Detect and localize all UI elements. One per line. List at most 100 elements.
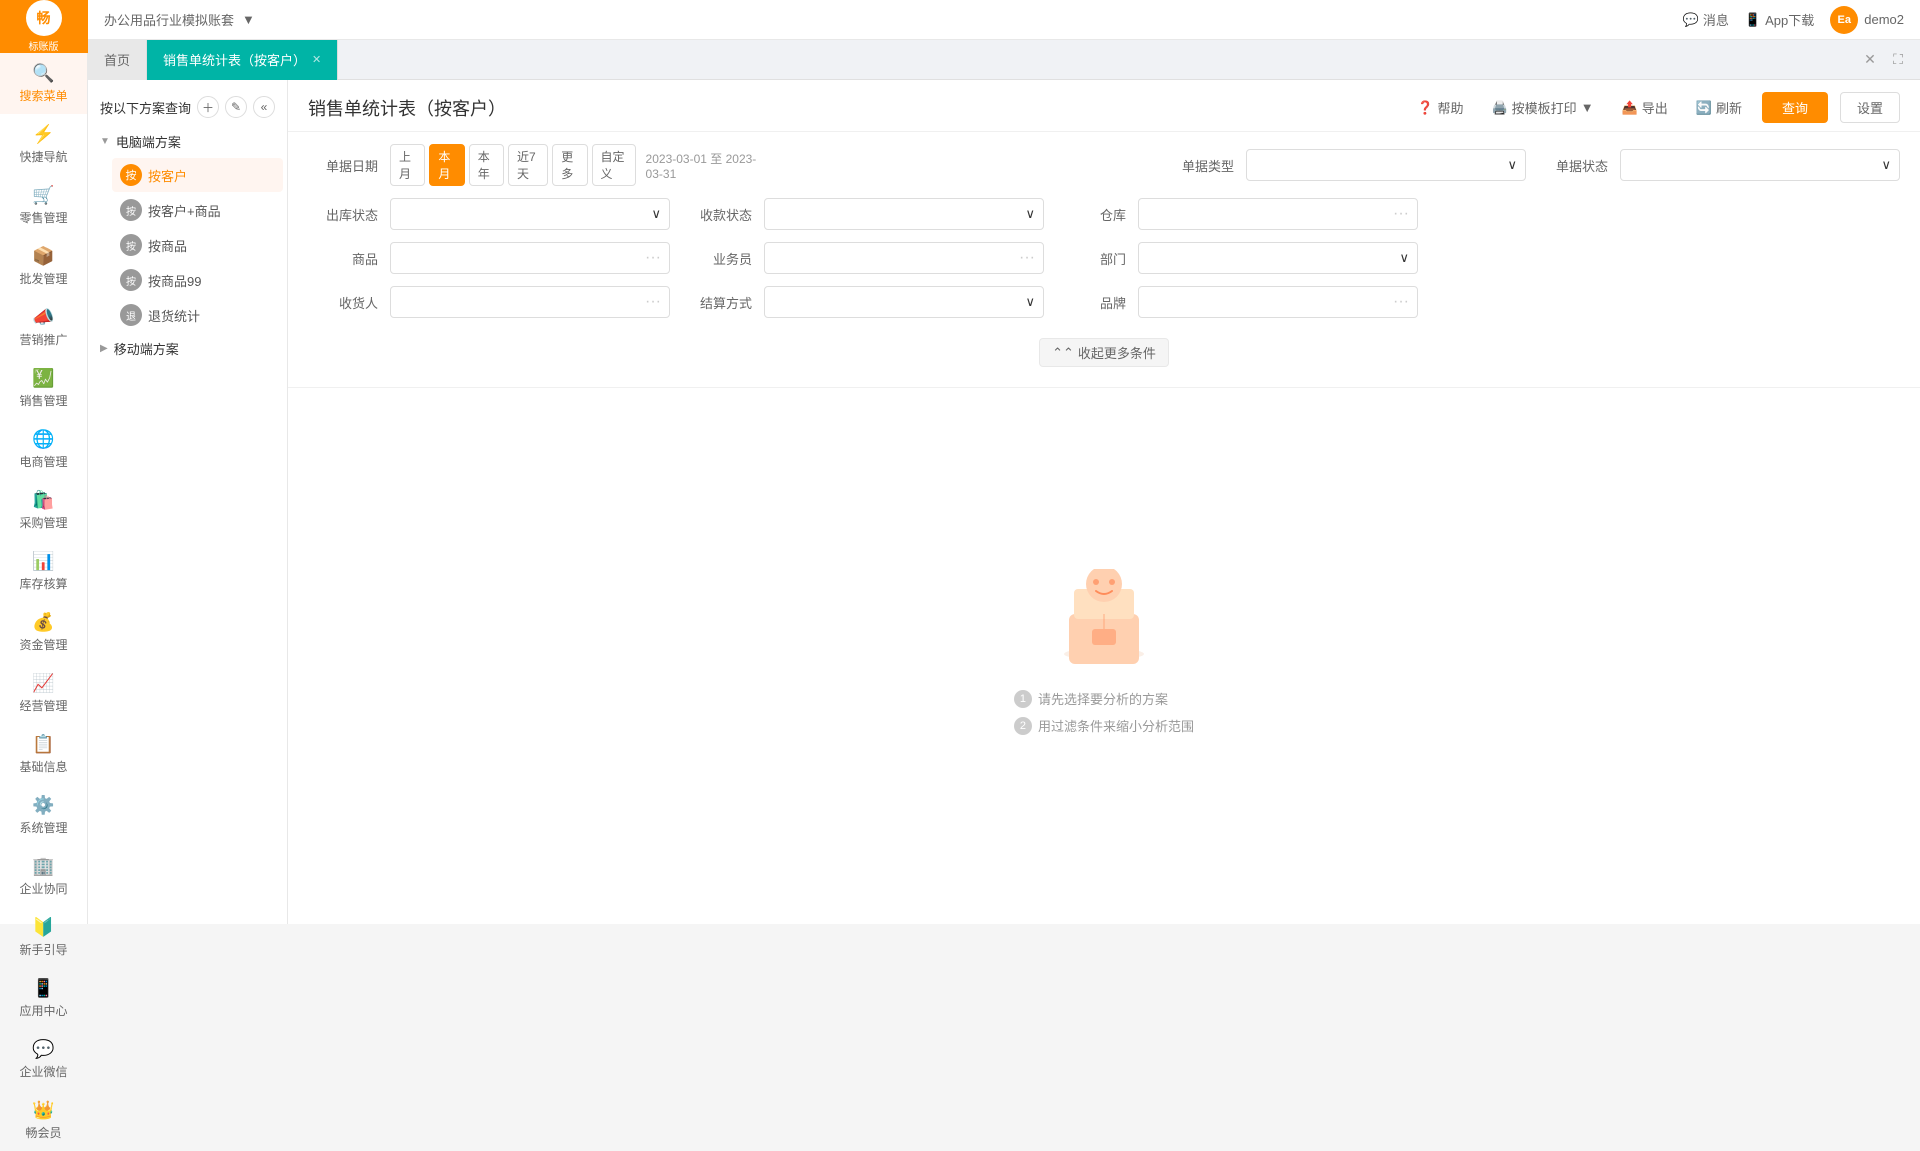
date-btn-this-year[interactable]: 本年 bbox=[469, 144, 504, 186]
brand-input[interactable]: ··· bbox=[1138, 286, 1418, 318]
receiver-input[interactable]: ··· bbox=[390, 286, 670, 318]
sidebar-system-label: 系统管理 bbox=[19, 819, 67, 836]
collect-status-label: 收款状态 bbox=[682, 205, 752, 224]
date-btn-last-month[interactable]: 上月 bbox=[390, 144, 425, 186]
tab-home[interactable]: 首页 bbox=[88, 40, 147, 80]
sidebar-item-purchase[interactable]: 🛍️ 采购管理 bbox=[0, 480, 87, 541]
wholesale-icon: 📦 bbox=[32, 246, 54, 267]
help-button[interactable]: ❓ 帮助 bbox=[1409, 94, 1471, 121]
out-status-select[interactable]: ∨ bbox=[390, 198, 670, 230]
member-icon: 👑 bbox=[32, 1100, 54, 1121]
tab-sales-stats-label: 销售单统计表（按客户） bbox=[163, 50, 306, 69]
help-icon: ❓ bbox=[1417, 100, 1433, 116]
sidebar-item-newbie[interactable]: 🔰 新手引导 bbox=[0, 907, 87, 968]
collapse-panel-button[interactable]: « bbox=[253, 96, 275, 118]
settlement-select[interactable]: ∨ bbox=[764, 286, 1044, 318]
tree-section-mobile: ▶ 移动端方案 bbox=[88, 333, 287, 364]
edit-scheme-button[interactable]: ✎ bbox=[225, 96, 247, 118]
sidebar-nav: 🔍 搜索菜单 ⚡ 快捷导航 🛒 零售管理 📦 批发管理 📣 营销推广 💹 销售管… bbox=[0, 53, 87, 1151]
sidebar-item-finance[interactable]: 💰 资金管理 bbox=[0, 602, 87, 663]
sidebar-item-inventory[interactable]: 📊 库存核算 bbox=[0, 541, 87, 602]
tab-bar: 首页 销售单统计表（按客户） ✕ ✕ ⛶ bbox=[88, 40, 1920, 80]
sidebar-retail-label: 零售管理 bbox=[19, 209, 67, 226]
sidebar-marketing-label: 营销推广 bbox=[19, 331, 67, 348]
sidebar-sales-label: 销售管理 bbox=[19, 392, 67, 409]
tab-sales-stats[interactable]: 销售单统计表（按客户） ✕ bbox=[147, 40, 338, 80]
sidebar-item-shortcut[interactable]: ⚡ 快捷导航 bbox=[0, 114, 87, 175]
sidebar-operations-label: 经营管理 bbox=[19, 697, 67, 714]
content-area: 按以下方案查询 ＋ ✎ « ▼ 电脑端方案 按 按客户 bbox=[88, 80, 1920, 924]
sidebar-item-retail[interactable]: 🛒 零售管理 bbox=[0, 175, 87, 236]
sidebar-shortcut-label: 快捷导航 bbox=[19, 148, 67, 165]
sidebar-search-label: 搜索菜单 bbox=[19, 87, 67, 104]
sidebar-member-label: 畅会员 bbox=[25, 1124, 61, 1141]
panel-header: 按以下方案查询 ＋ ✎ « bbox=[88, 88, 287, 126]
date-btn-this-month[interactable]: 本月 bbox=[429, 144, 464, 186]
sidebar-item-wechat[interactable]: 💬 企业微信 bbox=[0, 1029, 87, 1090]
date-range: 2023-03-01 至 2023-03-31 bbox=[646, 150, 765, 181]
collect-status-select[interactable]: ∨ bbox=[764, 198, 1044, 230]
goods-input[interactable]: ··· bbox=[390, 242, 670, 274]
tree-child-customer[interactable]: 按 按客户 bbox=[112, 158, 283, 192]
sidebar-item-sales[interactable]: 💹 销售管理 bbox=[0, 358, 87, 419]
tree-child-return[interactable]: 退 退货统计 bbox=[112, 298, 283, 332]
sidebar-ecommerce-label: 电商管理 bbox=[19, 453, 67, 470]
tree-parent-desktop-label: 电脑端方案 bbox=[116, 132, 181, 151]
settings-button[interactable]: 设置 bbox=[1840, 92, 1900, 123]
staff-input[interactable]: ··· bbox=[764, 242, 1044, 274]
tree-parent-desktop[interactable]: ▼ 电脑端方案 bbox=[88, 126, 287, 157]
tree-arrow-desktop: ▼ bbox=[100, 136, 110, 147]
sidebar-item-marketing[interactable]: 📣 营销推广 bbox=[0, 297, 87, 358]
print-label: 按模板打印 bbox=[1512, 98, 1577, 117]
add-scheme-button[interactable]: ＋ bbox=[197, 96, 219, 118]
refresh-button[interactable]: 🔄 刷新 bbox=[1688, 94, 1750, 121]
department-select[interactable]: ∨ bbox=[1138, 242, 1418, 274]
sidebar-wechat-label: 企业微信 bbox=[19, 1063, 67, 1080]
receiver-label: 收货人 bbox=[308, 293, 378, 312]
tree-child-goods99[interactable]: 按 按商品99 bbox=[112, 263, 283, 297]
collapse-button[interactable]: ⌃⌃ 收起更多条件 bbox=[1039, 338, 1169, 367]
window-maximize-button[interactable]: ⛶ bbox=[1888, 50, 1908, 70]
marketing-icon: 📣 bbox=[32, 307, 54, 328]
purchase-icon: 🛍️ bbox=[32, 490, 54, 511]
order-status-arrow-icon: ∨ bbox=[1881, 157, 1891, 173]
ecommerce-icon: 🌐 bbox=[32, 429, 54, 450]
date-btn-custom[interactable]: 自定义 bbox=[592, 144, 636, 186]
query-button[interactable]: 查询 bbox=[1762, 92, 1828, 123]
tree-child-customer-goods[interactable]: 按 按客户+商品 bbox=[112, 193, 283, 227]
sales-icon: 💹 bbox=[32, 368, 54, 389]
filter-area: 单据日期 上月 本月 本年 近7天 更多 自定义 2023-03-01 至 20… bbox=[288, 132, 1920, 388]
sidebar-item-system[interactable]: ⚙️ 系统管理 bbox=[0, 785, 87, 846]
date-btn-more[interactable]: 更多 bbox=[552, 144, 587, 186]
message-button[interactable]: 💬 消息 bbox=[1683, 10, 1729, 29]
order-type-select[interactable]: ∨ bbox=[1246, 149, 1526, 181]
sidebar-item-base[interactable]: 📋 基础信息 bbox=[0, 724, 87, 785]
sidebar-item-enterprise[interactable]: 🏢 企业协同 bbox=[0, 846, 87, 907]
sidebar-item-ecommerce[interactable]: 🌐 电商管理 bbox=[0, 419, 87, 480]
order-status-select[interactable]: ∨ bbox=[1620, 149, 1900, 181]
user-button[interactable]: Ea demo2 bbox=[1830, 6, 1904, 34]
tree-child-goods[interactable]: 按 按商品 bbox=[112, 228, 283, 262]
export-button[interactable]: 📤 导出 bbox=[1614, 94, 1676, 121]
window-close-button[interactable]: ✕ bbox=[1860, 50, 1880, 70]
breadcrumb-arrow-icon[interactable]: ▼ bbox=[242, 12, 255, 27]
tree-parent-mobile[interactable]: ▶ 移动端方案 bbox=[88, 333, 287, 364]
app-download-button[interactable]: 📱 App下载 bbox=[1745, 10, 1814, 29]
date-btn-7days[interactable]: 近7天 bbox=[508, 144, 548, 186]
customer-goods-scheme-icon: 按 bbox=[120, 199, 142, 221]
sidebar-item-member[interactable]: 👑 畅会员 bbox=[0, 1090, 87, 1151]
empty-hint-1: 1 请先选择要分析的方案 bbox=[1014, 689, 1194, 708]
sidebar-item-operations[interactable]: 📈 经营管理 bbox=[0, 663, 87, 724]
sidebar-item-apps[interactable]: 📱 应用中心 bbox=[0, 968, 87, 1029]
system-icon: ⚙️ bbox=[32, 795, 54, 816]
empty-hints: 1 请先选择要分析的方案 2 用过滤条件来缩小分析范围 bbox=[1014, 689, 1194, 743]
print-button[interactable]: 🖨️ 按模板打印 ▼ bbox=[1483, 94, 1601, 121]
sidebar-inventory-label: 库存核算 bbox=[19, 575, 67, 592]
main-area: 办公用品行业模拟账套 ▼ 💬 消息 📱 App下载 Ea demo2 首页 bbox=[88, 0, 1920, 924]
sidebar-item-search[interactable]: 🔍 搜索菜单 bbox=[0, 53, 87, 114]
sidebar-item-wholesale[interactable]: 📦 批发管理 bbox=[0, 236, 87, 297]
warehouse-input[interactable]: ··· bbox=[1138, 198, 1418, 230]
tab-close-icon[interactable]: ✕ bbox=[312, 53, 321, 66]
collapse-row: ⌃⌃ 收起更多条件 bbox=[308, 330, 1900, 375]
tree-arrow-mobile: ▶ bbox=[100, 343, 108, 354]
